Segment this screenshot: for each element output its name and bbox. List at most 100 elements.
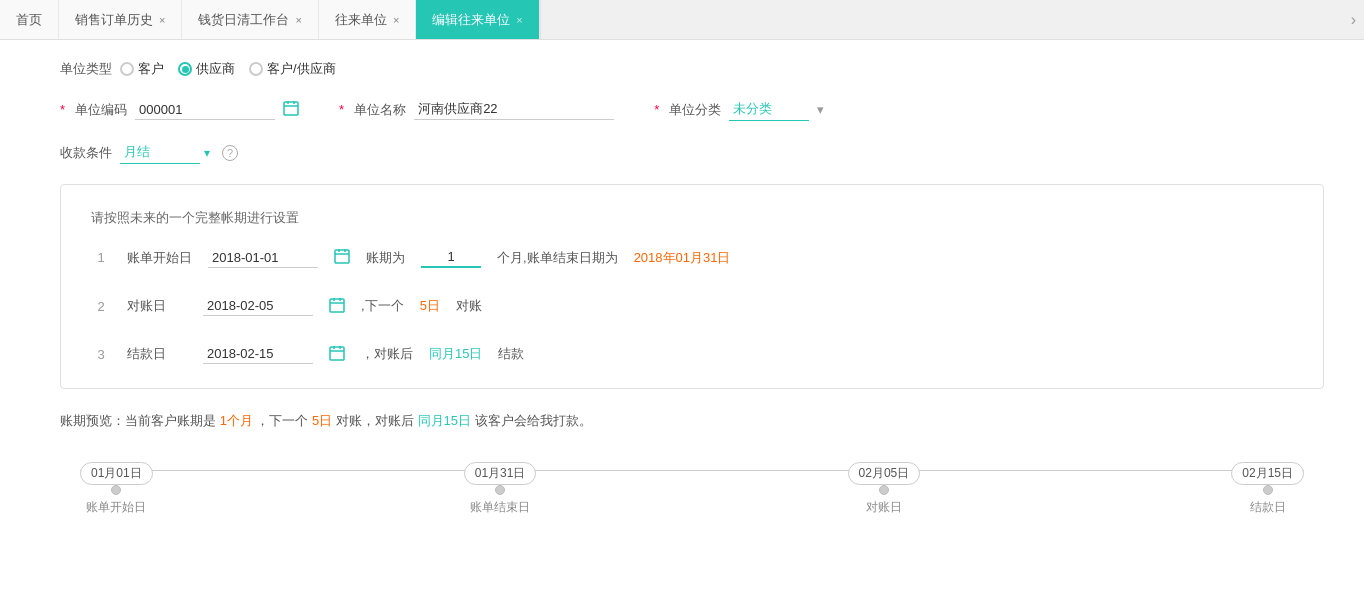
unit-type-field: 单位类型 客户 供应商 客户/供应商 — [60, 60, 336, 78]
timeline-node-1-label: 01月31日 — [464, 462, 537, 485]
radio-supplier[interactable]: 供应商 — [178, 60, 235, 78]
svg-rect-0 — [284, 102, 298, 115]
reconcile-date-calendar-icon[interactable] — [329, 297, 345, 316]
tab-cash-work-close[interactable]: × — [295, 14, 301, 26]
unit-type-row: 单位类型 客户 供应商 客户/供应商 — [60, 60, 1324, 78]
timeline-node-1: 01月31日 账单结束日 — [464, 462, 537, 516]
timeline-node-1-desc: 账单结束日 — [470, 499, 530, 516]
setting-row-3: 3 结款日 ，对账后 同月15日 结款 — [91, 344, 1293, 364]
tab-edit-partner-close[interactable]: × — [516, 14, 522, 26]
radio-both[interactable]: 客户/供应商 — [249, 60, 336, 78]
tab-sales-history[interactable]: 销售订单历史 × — [59, 0, 182, 39]
settings-title: 请按照未来的一个完整帐期进行设置 — [91, 209, 1293, 227]
preview-text: 账期预览：当前客户账期是 1个月 ，下一个 5日 对账，对账后 同月15日 该客… — [60, 409, 1324, 432]
preview-section: 账期预览：当前客户账期是 1个月 ，下一个 5日 对账，对账后 同月15日 该客… — [60, 409, 1324, 546]
payment-terms-field: 收款条件 月结 ▾ ? — [60, 141, 238, 164]
payment-terms-value: 月结 — [120, 141, 200, 164]
setting-row-1: 1 账单开始日 账期为 个月,账单结束日期为 2018年01月31日 — [91, 247, 1293, 268]
unit-code-required: * — [60, 102, 65, 117]
row-3-highlight1: 同月15日 — [429, 345, 482, 363]
radio-customer-label: 客户 — [138, 60, 164, 78]
unit-name-label: 单位名称 — [354, 101, 406, 119]
preview-months: 1个月 — [220, 413, 253, 428]
timeline-node-0-desc: 账单开始日 — [86, 499, 146, 516]
settings-box: 请按照未来的一个完整帐期进行设置 1 账单开始日 账期为 个月,账单结束日期为 … — [60, 184, 1324, 389]
timeline-node-3: 02月15日 结款日 — [1231, 462, 1304, 516]
unit-code-input[interactable] — [135, 100, 275, 120]
timeline: 01月01日 账单开始日 01月31日 账单结束日 02月05日 对账日 02月… — [60, 452, 1324, 526]
row-field-label-3: 结款日 — [127, 345, 187, 363]
preview-label: 账期预览：当前客户账期是 — [60, 413, 216, 428]
timeline-node-0-dot — [111, 485, 121, 495]
row-3-desc-prefix: ，对账后 — [361, 345, 413, 363]
row-1-desc-prefix: 账期为 — [366, 249, 405, 267]
unit-code-action-icon[interactable] — [283, 100, 299, 119]
preview-after: 对账，对账后 — [336, 413, 414, 428]
tab-home-label: 首页 — [16, 11, 42, 29]
unit-category-field: * 单位分类 未分类 ▾ — [654, 98, 824, 121]
tab-sales-history-label: 销售订单历史 — [75, 11, 153, 29]
timeline-node-2: 02月05日 对账日 — [848, 462, 921, 516]
timeline-node-2-dot — [879, 485, 889, 495]
row-2-desc-prefix: ,下一个 — [361, 297, 404, 315]
timeline-node-0-label: 01月01日 — [80, 462, 153, 485]
tab-bar: 首页 销售订单历史 × 钱货日清工作台 × 往来单位 × 编辑往来单位 × › — [0, 0, 1364, 40]
start-date-input[interactable] — [208, 248, 318, 268]
tab-partners[interactable]: 往来单位 × — [319, 0, 416, 39]
preview-day: 5日 — [312, 413, 332, 428]
row-number-1: 1 — [91, 250, 111, 265]
tab-edit-partner-label: 编辑往来单位 — [432, 11, 510, 29]
main-content: 单位类型 客户 供应商 客户/供应商 * 单位编码 — [0, 40, 1364, 608]
months-input[interactable] — [421, 247, 481, 268]
unit-category-label: 单位分类 — [669, 101, 721, 119]
tab-partners-close[interactable]: × — [393, 14, 399, 26]
unit-type-label: 单位类型 — [60, 60, 112, 78]
row-2-desc-suffix: 对账 — [456, 297, 482, 315]
timeline-node-3-label: 02月15日 — [1231, 462, 1304, 485]
tab-bar-end: › — [540, 0, 1364, 39]
timeline-node-2-label: 02月05日 — [848, 462, 921, 485]
row-1-desc-suffix: 个月,账单结束日期为 — [497, 249, 618, 267]
tab-cash-work[interactable]: 钱货日清工作台 × — [182, 0, 318, 39]
timeline-node-2-desc: 对账日 — [866, 499, 902, 516]
timeline-node-1-dot — [495, 485, 505, 495]
setting-row-2: 2 对账日 ,下一个 5日 对账 — [91, 296, 1293, 316]
svg-rect-8 — [330, 299, 344, 312]
timeline-node-0: 01月01日 账单开始日 — [80, 462, 153, 516]
start-date-calendar-icon[interactable] — [334, 248, 350, 267]
timeline-nodes: 01月01日 账单开始日 01月31日 账单结束日 02月05日 对账日 02月… — [80, 462, 1304, 516]
payment-terms-dropdown-icon[interactable]: ▾ — [204, 146, 210, 160]
preview-end: 该客户会给我打款。 — [475, 413, 592, 428]
radio-customer[interactable]: 客户 — [120, 60, 164, 78]
unit-details-row: * 单位编码 * 单位名称 * 单位分类 未分类 ▾ — [60, 98, 1324, 121]
settle-date-input[interactable] — [203, 344, 313, 364]
tab-edit-partner[interactable]: 编辑往来单位 × — [416, 0, 539, 39]
settle-date-calendar-icon[interactable] — [329, 345, 345, 364]
radio-both-circle — [249, 62, 263, 76]
tab-sales-history-close[interactable]: × — [159, 14, 165, 26]
svg-rect-4 — [335, 250, 349, 263]
help-icon[interactable]: ? — [222, 145, 238, 161]
radio-supplier-circle — [178, 62, 192, 76]
radio-supplier-label: 供应商 — [196, 60, 235, 78]
unit-code-field: * 单位编码 — [60, 100, 299, 120]
row-field-label-2: 对账日 — [127, 297, 187, 315]
unit-category-value: 未分类 — [729, 98, 809, 121]
tab-partners-label: 往来单位 — [335, 11, 387, 29]
preview-settle: 同月15日 — [418, 413, 471, 428]
unit-name-field: * 单位名称 — [339, 100, 614, 120]
row-number-3: 3 — [91, 347, 111, 362]
unit-type-radio-group: 客户 供应商 客户/供应商 — [120, 60, 336, 78]
timeline-node-3-dot — [1263, 485, 1273, 495]
tab-home[interactable]: 首页 — [0, 0, 59, 39]
row-field-label-1: 账单开始日 — [127, 249, 192, 267]
reconcile-date-input[interactable] — [203, 296, 313, 316]
tab-expand-icon[interactable]: › — [1351, 11, 1356, 29]
row-number-2: 2 — [91, 299, 111, 314]
row-2-highlight1: 5日 — [420, 297, 440, 315]
payment-terms-row: 收款条件 月结 ▾ ? — [60, 141, 1324, 164]
unit-name-required: * — [339, 102, 344, 117]
unit-name-input[interactable] — [414, 100, 614, 120]
timeline-node-3-desc: 结款日 — [1250, 499, 1286, 516]
unit-category-dropdown-icon[interactable]: ▾ — [817, 102, 824, 117]
